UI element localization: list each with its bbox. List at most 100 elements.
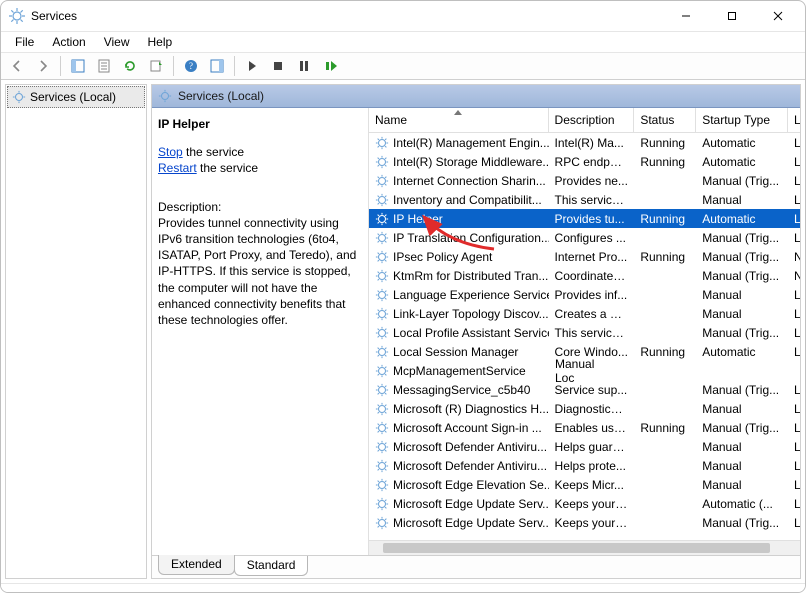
menu-help[interactable]: Help [140, 33, 181, 51]
service-status: Running [634, 345, 696, 359]
export-list-button[interactable] [144, 54, 168, 78]
service-name: McpManagementService [393, 364, 526, 378]
service-name: MessagingService_c5b40 [393, 383, 530, 397]
tree-node-services-local[interactable]: Services (Local) [7, 86, 145, 108]
stop-link[interactable]: Stop [158, 145, 183, 159]
col-logon[interactable]: Log [788, 108, 800, 132]
gear-icon [375, 307, 389, 321]
service-name: Internet Connection Sharin... [393, 174, 546, 188]
minimize-button[interactable] [663, 1, 709, 31]
col-startup[interactable]: Startup Type [696, 108, 788, 132]
show-hide-action-pane-button[interactable] [205, 54, 229, 78]
close-button[interactable] [755, 1, 801, 31]
horizontal-scrollbar[interactable] [369, 540, 800, 555]
menu-file[interactable]: File [7, 33, 42, 51]
service-logon: Loc [788, 326, 800, 340]
service-logon: Loc [788, 459, 800, 473]
service-startup: Manual (Trig... [696, 421, 788, 435]
service-row[interactable]: Microsoft (R) Diagnostics H...Diagnostic… [369, 399, 800, 418]
services-window: Services File Action View Help ? [0, 0, 806, 593]
service-startup: Manual [555, 357, 635, 371]
service-name: Microsoft Defender Antiviru... [393, 440, 547, 454]
description-label: Description: [158, 199, 358, 215]
service-row[interactable]: Link-Layer Topology Discov...Creates a N… [369, 304, 800, 323]
col-name[interactable]: Name [369, 108, 549, 132]
service-name: Microsoft Edge Elevation Se... [393, 478, 549, 492]
service-row[interactable]: IP HelperProvides tu...RunningAutomaticL… [369, 209, 800, 228]
service-name: Intel(R) Management Engin... [393, 136, 549, 150]
service-name: Microsoft Edge Update Serv... [393, 497, 549, 511]
service-row[interactable]: McpManagementServiceManualLoc [369, 361, 800, 380]
back-button[interactable] [5, 54, 29, 78]
menubar: File Action View Help [1, 32, 805, 53]
service-row[interactable]: Internet Connection Sharin...Provides ne… [369, 171, 800, 190]
gear-icon [375, 326, 389, 340]
service-row[interactable]: MessagingService_c5b40Service sup...Manu… [369, 380, 800, 399]
forward-button[interactable] [31, 54, 55, 78]
stop-service-button[interactable] [266, 54, 290, 78]
pause-service-button[interactable] [292, 54, 316, 78]
col-status[interactable]: Status [634, 108, 696, 132]
restart-link[interactable]: Restart [158, 161, 197, 175]
service-startup: Manual (Trig... [696, 269, 788, 283]
service-row[interactable]: Intel(R) Management Engin...Intel(R) Ma.… [369, 133, 800, 152]
service-startup: Automatic [696, 136, 788, 150]
service-logon: Loc [788, 288, 800, 302]
service-name: Language Experience Service [393, 288, 549, 302]
column-headers: Name Description Status Startup Type Log [369, 108, 800, 133]
service-row[interactable]: Microsoft Edge Update Serv...Keeps your … [369, 494, 800, 513]
gear-icon [375, 345, 389, 359]
service-row[interactable]: Language Experience ServiceProvides inf.… [369, 285, 800, 304]
gear-icon [158, 89, 172, 103]
maximize-button[interactable] [709, 1, 755, 31]
console-tree[interactable]: Services (Local) [5, 84, 147, 579]
scrollbar-thumb[interactable] [383, 543, 770, 553]
service-rows[interactable]: Intel(R) Management Engin...Intel(R) Ma.… [369, 133, 800, 540]
properties-button[interactable] [92, 54, 116, 78]
service-row[interactable]: Microsoft Account Sign-in ...Enables use… [369, 418, 800, 437]
show-hide-tree-button[interactable] [66, 54, 90, 78]
gear-icon [375, 364, 389, 378]
tab-extended[interactable]: Extended [158, 555, 235, 575]
service-row[interactable]: Inventory and Compatibilit...This servic… [369, 190, 800, 209]
service-startup: Manual [696, 402, 788, 416]
start-service-button[interactable] [240, 54, 264, 78]
service-name: Microsoft Edge Update Serv... [393, 516, 549, 530]
service-row[interactable]: Microsoft Defender Antiviru...Helps guar… [369, 437, 800, 456]
refresh-button[interactable] [118, 54, 142, 78]
gear-icon [375, 383, 389, 397]
service-logon: Loc [788, 440, 800, 454]
service-row[interactable]: Microsoft Edge Elevation Se...Keeps Micr… [369, 475, 800, 494]
service-startup: Manual (Trig... [696, 174, 788, 188]
service-startup: Manual (Trig... [696, 250, 788, 264]
restart-service-button[interactable] [318, 54, 342, 78]
service-status: Running [634, 421, 696, 435]
service-logon: Loc [788, 136, 800, 150]
service-row[interactable]: Intel(R) Storage Middleware...RPC endpoi… [369, 152, 800, 171]
service-row[interactable]: Local Profile Assistant ServiceThis serv… [369, 323, 800, 342]
service-status: Running [634, 136, 696, 150]
service-logon: Loc [788, 421, 800, 435]
svg-text:?: ? [189, 61, 193, 71]
service-name: Link-Layer Topology Discov... [393, 307, 549, 321]
service-detail-panel: IP Helper Stop the service Restart the s… [152, 108, 368, 555]
service-logon: Loc [788, 174, 800, 188]
service-startup: Automatic [696, 345, 788, 359]
service-description: Configures ... [549, 231, 635, 245]
service-row[interactable]: Microsoft Edge Update Serv...Keeps your … [369, 513, 800, 532]
service-row[interactable]: IP Translation Configuration...Configure… [369, 228, 800, 247]
col-description[interactable]: Description [549, 108, 635, 132]
service-logon: Loc [788, 478, 800, 492]
service-row[interactable]: Microsoft Defender Antiviru...Helps prot… [369, 456, 800, 475]
gear-icon [375, 288, 389, 302]
service-description: Service sup... [549, 383, 635, 397]
menu-view[interactable]: View [96, 33, 138, 51]
service-description: This service ... [549, 193, 635, 207]
menu-action[interactable]: Action [44, 33, 93, 51]
service-row[interactable]: IPsec Policy AgentInternet Pro...Running… [369, 247, 800, 266]
service-description: Helps prote... [549, 459, 635, 473]
service-row[interactable]: KtmRm for Distributed Tran...Coordinates… [369, 266, 800, 285]
help-button[interactable]: ? [179, 54, 203, 78]
service-startup: Manual [696, 193, 788, 207]
tab-standard[interactable]: Standard [234, 556, 309, 576]
